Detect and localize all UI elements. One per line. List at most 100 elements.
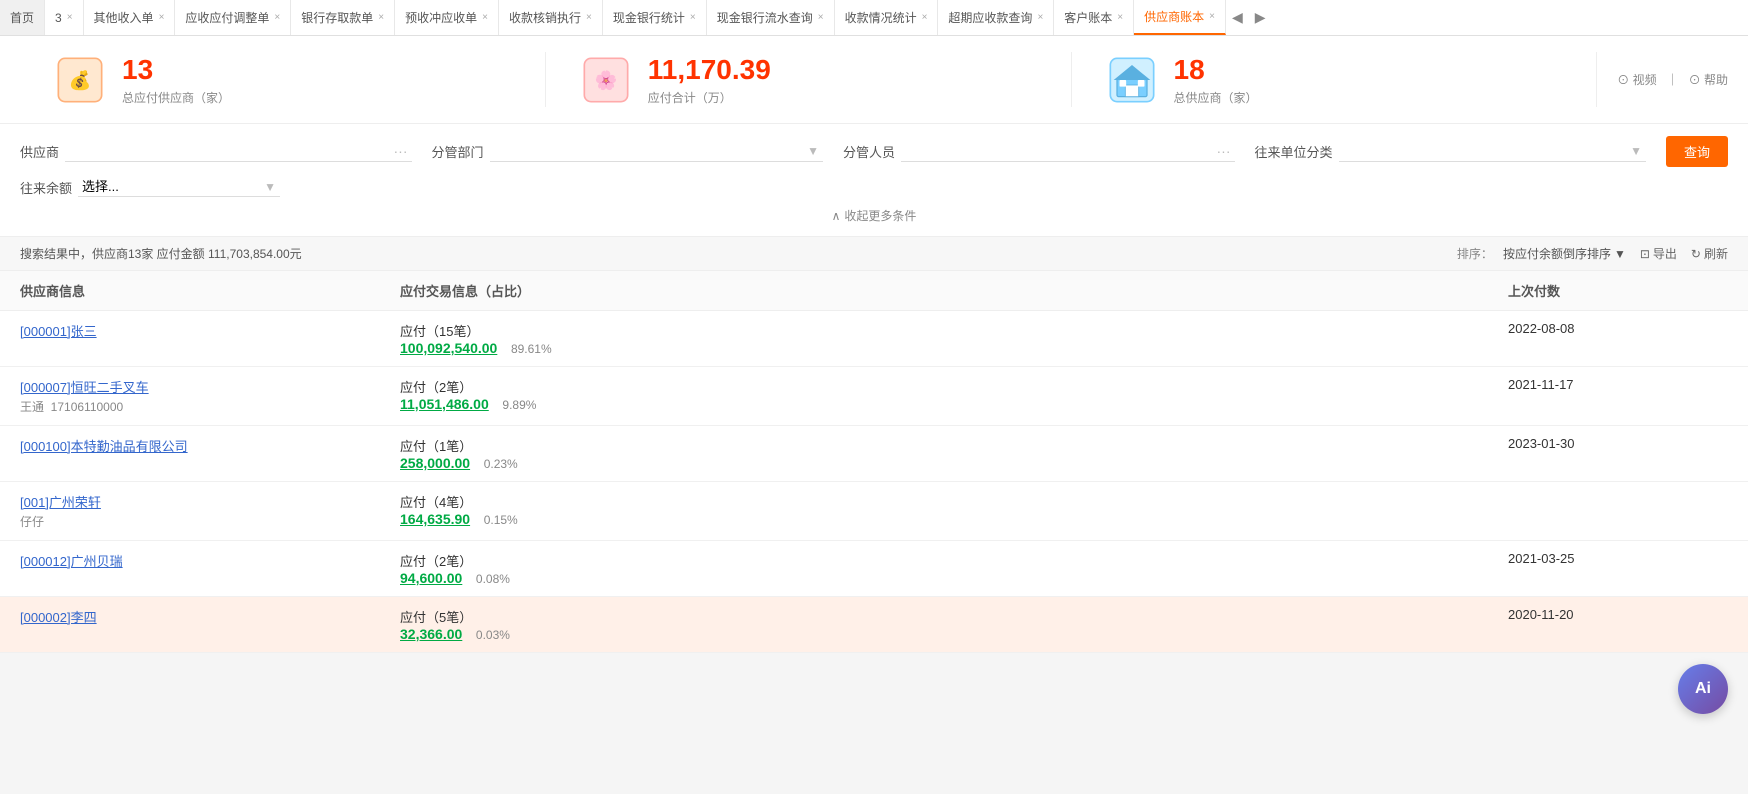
payable-amount-label: 应付合计（万）	[648, 89, 771, 106]
nav-arrow-left[interactable]: ◀	[1226, 9, 1249, 26]
sort-area: 排序： 按应付余额倒序排序 ▼	[1457, 245, 1626, 262]
unit-type-dropdown-icon[interactable]: ▼	[1630, 144, 1642, 158]
payable-cell-3: 应付（4笔） 164,635.90 0.15%	[400, 492, 1508, 527]
balance-select[interactable]: 选择...	[82, 179, 264, 194]
table-row[interactable]: [000001]张三 应付（15笔） 100,092,540.00 89.61%…	[0, 311, 1748, 367]
filter-person-label: 分管人员	[843, 142, 895, 161]
table-row[interactable]: [000100]本特勤油品有限公司 应付（1笔） 258,000.00 0.23…	[0, 426, 1748, 482]
department-dropdown-icon[interactable]: ▼	[807, 144, 819, 158]
table-row[interactable]: [000007]恒旺二手叉车 王通 17106110000 应付（2笔） 11,…	[0, 367, 1748, 426]
filter-balance-label: 往来余额	[20, 178, 72, 197]
nav-tab-payment-verify-close[interactable]: ×	[586, 12, 592, 23]
payable-pct-4: 0.08%	[476, 572, 510, 586]
collapse-button[interactable]: ∧ 收起更多条件	[20, 207, 1728, 224]
col-header-payable: 应付交易信息（占比）	[400, 281, 1508, 300]
person-more-icon[interactable]: ···	[1217, 143, 1231, 159]
filter-supplier-label: 供应商	[20, 142, 59, 161]
filter-row-2: 往来余额 选择... ▼	[20, 177, 1728, 197]
supplier-icon: 💰	[50, 52, 110, 107]
supplier-link-1[interactable]: [000007]恒旺二手叉车	[20, 377, 400, 396]
nav-tab-cash-bank-stats-close[interactable]: ×	[690, 12, 696, 23]
supplier-input[interactable]	[69, 144, 393, 159]
video-icon: ⊙	[1617, 73, 1629, 87]
nav-tab-cash-flow[interactable]: 现金银行流水查询 ×	[707, 0, 835, 35]
nav-tab-supplier-ledger[interactable]: 供应商账本 ×	[1134, 0, 1226, 35]
nav-tab-cash-flow-close[interactable]: ×	[818, 12, 824, 23]
nav-tab-other-income-close[interactable]: ×	[159, 12, 165, 23]
table-row[interactable]: [001]广州荣轩 仔仔 应付（4笔） 164,635.90 0.15%	[0, 482, 1748, 541]
nav-tab-overdue-query[interactable]: 超期应收款查询 ×	[938, 0, 1054, 35]
payable-desc-5: 应付（5笔）	[400, 607, 1508, 626]
video-link[interactable]: ⊙ 视频	[1617, 71, 1656, 88]
payable-amount-2[interactable]: 258,000.00	[400, 455, 470, 471]
last-payment-date-4: 2021-03-25	[1508, 551, 1575, 566]
nav-tab-payment-verify[interactable]: 收款核销执行 ×	[499, 0, 603, 35]
filter-supplier-input-wrap: ···	[65, 141, 411, 162]
payable-amount-5[interactable]: 32,366.00	[400, 626, 462, 642]
nav-tab-other-income[interactable]: 其他收入单 ×	[84, 0, 176, 35]
ai-assistant-button[interactable]: Ai	[1678, 664, 1728, 714]
sort-dropdown-icon: ▼	[1614, 247, 1626, 261]
collapse-chevron-icon: ∧	[832, 209, 841, 223]
nav-tab-overdue-query-close[interactable]: ×	[1037, 12, 1043, 23]
supplier-cell-1: [000007]恒旺二手叉车 王通 17106110000	[20, 377, 400, 415]
nav-tab-cash-bank-stats[interactable]: 现金银行统计 ×	[603, 0, 707, 35]
supplier-link-3[interactable]: [001]广州荣轩	[20, 492, 400, 511]
last-payment-date-2: 2023-01-30	[1508, 436, 1575, 451]
filter-row-1: 供应商 ··· 分管部门 ▼ 分管人员 ···	[20, 136, 1728, 167]
supplier-link-4[interactable]: [000012]广州贝瑞	[20, 551, 400, 570]
nav-tab-receipt-stats[interactable]: 收款情况统计 ×	[835, 0, 939, 35]
nav-tab-adjustment[interactable]: 应收应付调整单 ×	[175, 0, 291, 35]
query-button[interactable]: 查询	[1666, 136, 1728, 167]
nav-tab-customer-ledger[interactable]: 客户账本 ×	[1054, 0, 1134, 35]
nav-tab-home[interactable]: 首页	[0, 0, 45, 35]
nav-tab-customer-ledger-close[interactable]: ×	[1117, 12, 1123, 23]
nav-tab-3[interactable]: 3 ×	[45, 0, 84, 35]
filter-department: 分管部门 ▼	[432, 142, 824, 162]
data-table: 供应商信息 应付交易信息（占比） 上次付数 [000001]张三 应付（15笔）…	[0, 271, 1748, 653]
payable-amount-0[interactable]: 100,092,540.00	[400, 340, 497, 356]
filter-balance-select-wrap: 选择... ▼	[78, 177, 280, 197]
nav-arrow-right[interactable]: ▶	[1249, 9, 1272, 26]
sort-button[interactable]: 按应付余额倒序排序 ▼	[1503, 245, 1626, 262]
payable-desc-4: 应付（2笔）	[400, 551, 1508, 570]
refresh-button[interactable]: ↻ 刷新	[1691, 245, 1728, 262]
nav-tab-bank-deposit[interactable]: 银行存取款单 ×	[291, 0, 395, 35]
nav-tab-receipt-stats-close[interactable]: ×	[922, 12, 928, 23]
result-bar: 搜索结果中，供应商13家 应付金额 111,703,854.00元 排序： 按应…	[0, 237, 1748, 271]
supplier-more-icon[interactable]: ···	[394, 143, 408, 159]
supplier-link-5[interactable]: [000002]李四	[20, 607, 400, 626]
svg-text:🌸: 🌸	[594, 69, 617, 91]
nav-tab-advance-receipt[interactable]: 预收冲应收单 ×	[395, 0, 499, 35]
supplier-link-2[interactable]: [000100]本特勤油品有限公司	[20, 436, 400, 455]
supplier-link-0[interactable]: [000001]张三	[20, 321, 400, 340]
nav-tab-bank-deposit-close[interactable]: ×	[378, 12, 384, 23]
summary-info-total-supplier: 18 总供应商（家）	[1174, 53, 1258, 106]
nav-tab-advance-receipt-close[interactable]: ×	[482, 12, 488, 23]
summary-bar: 💰 13 总应付供应商（家） 🌸 11,170.39 应付合计（万）	[0, 36, 1748, 124]
nav-tab-home-label: 首页	[10, 9, 34, 26]
table-row[interactable]: [000012]广州贝瑞 应付（2笔） 94,600.00 0.08% 2021…	[0, 541, 1748, 597]
balance-dropdown-icon[interactable]: ▼	[264, 180, 276, 194]
unit-type-select[interactable]	[1343, 144, 1631, 159]
payable-amount-3[interactable]: 164,635.90	[400, 511, 470, 527]
last-payment-cell-4: 2021-03-25	[1508, 551, 1728, 566]
export-button[interactable]: ⊡ 导出	[1640, 245, 1677, 262]
payable-amount-1[interactable]: 11,051,486.00	[400, 396, 489, 412]
filter-department-label: 分管部门	[432, 142, 484, 161]
help-link[interactable]: ⊙ 帮助	[1689, 71, 1728, 88]
table-row[interactable]: [000002]李四 应付（5笔） 32,366.00 0.03% 2020-1…	[0, 597, 1748, 653]
nav-tab-adjustment-close[interactable]: ×	[274, 12, 280, 23]
payable-amount-4[interactable]: 94,600.00	[400, 570, 462, 586]
payable-cell-0: 应付（15笔） 100,092,540.00 89.61%	[400, 321, 1508, 356]
help-icon: ⊙	[1689, 73, 1701, 87]
sort-value: 按应付余额倒序排序	[1503, 245, 1611, 262]
nav-tab-advance-receipt-label: 预收冲应收单	[405, 9, 477, 26]
supplier-count-label: 总应付供应商（家）	[122, 89, 230, 106]
person-input[interactable]	[905, 144, 1216, 159]
nav-tab-supplier-ledger-close[interactable]: ×	[1209, 11, 1215, 22]
payable-desc-2: 应付（1笔）	[400, 436, 1508, 455]
nav-tab-3-close[interactable]: ×	[67, 12, 73, 23]
department-select[interactable]	[494, 144, 808, 159]
last-payment-cell-5: 2020-11-20	[1508, 607, 1728, 622]
